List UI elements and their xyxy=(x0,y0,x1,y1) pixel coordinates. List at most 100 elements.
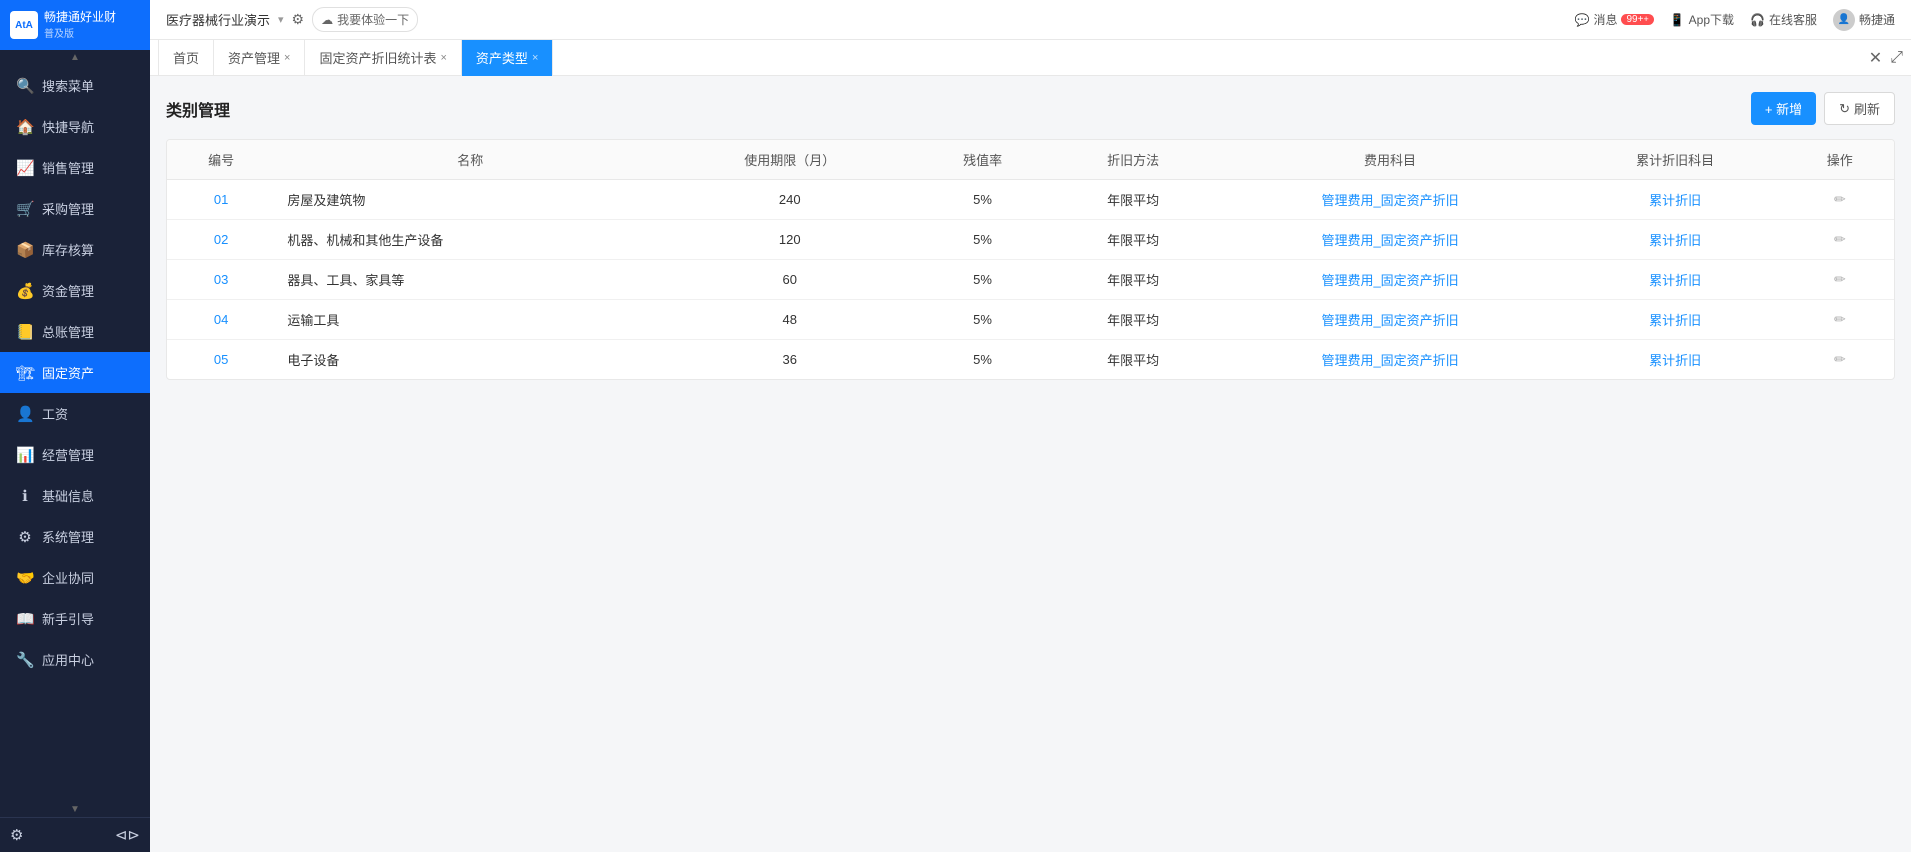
edit-icon[interactable]: ✏ xyxy=(1834,271,1846,287)
sidebar-item-enterprise[interactable]: 🤝 企业协同 xyxy=(0,557,150,598)
cell-code: 04 xyxy=(167,300,275,340)
sidebar-nav: ▲ 🔍 搜索菜单 🏠 快捷导航 📈 销售管理 🛒 采购管理 📦 库存核算 💰 资… xyxy=(0,50,150,802)
sidebar-item-search[interactable]: 🔍 搜索菜单 xyxy=(0,65,150,106)
message-button[interactable]: 💬 消息 99++ xyxy=(1575,11,1654,28)
cell-accumulated: 累计折旧 xyxy=(1565,300,1786,340)
table-row: 02 机器、机械和其他生产设备 120 5% 年限平均 管理费用_固定资产折旧 … xyxy=(167,220,1894,260)
cell-edit[interactable]: ✏ xyxy=(1786,260,1894,300)
sidebar: AtA 畅捷通好业财 普及版 ▲ 🔍 搜索菜单 🏠 快捷导航 📈 销售管理 🛒 … xyxy=(0,0,150,852)
inventory-icon: 📦 xyxy=(16,241,34,259)
cell-accumulated: 累计折旧 xyxy=(1565,340,1786,380)
cell-code: 03 xyxy=(167,260,275,300)
settings-bottom-icon[interactable]: ⚙ xyxy=(10,826,23,844)
sidebar-bottom: ⚙ ⊲⊳ xyxy=(0,817,150,852)
message-badge: 99++ xyxy=(1621,14,1653,25)
online-service-button[interactable]: 🎧 在线客服 xyxy=(1750,11,1817,28)
headset-icon: 🎧 xyxy=(1750,13,1765,27)
close-tab-icon[interactable]: ✕ xyxy=(1869,48,1882,68)
salary-icon: 👤 xyxy=(16,405,34,423)
sidebar-item-capital[interactable]: 💰 资金管理 xyxy=(0,270,150,311)
cell-name: 运输工具 xyxy=(275,300,665,340)
tab-close-asset-type[interactable]: × xyxy=(532,52,538,64)
cell-edit[interactable]: ✏ xyxy=(1786,220,1894,260)
tab-close-depreciation-table[interactable]: × xyxy=(440,52,446,64)
mobile-icon: 📱 xyxy=(1670,13,1685,27)
refresh-button[interactable]: ↻ 刷新 xyxy=(1824,92,1895,125)
search-icon: 🔍 xyxy=(16,77,34,95)
company-dropdown-icon[interactable]: ▾ xyxy=(278,13,284,26)
cell-edit[interactable]: ✏ xyxy=(1786,180,1894,220)
cell-months: 48 xyxy=(665,300,914,340)
cell-method: 年限平均 xyxy=(1051,260,1216,300)
sidebar-item-salary[interactable]: 👤 工资 xyxy=(0,393,150,434)
category-table-wrap: 编号 名称 使用期限（月） 残值率 折旧方法 费用科目 累计折旧科目 操作 01… xyxy=(166,139,1895,380)
cell-months: 60 xyxy=(665,260,914,300)
table-body: 01 房屋及建筑物 240 5% 年限平均 管理费用_固定资产折旧 累计折旧 ✏… xyxy=(167,180,1894,380)
cell-months: 36 xyxy=(665,340,914,380)
app-logo: AtA 畅捷通好业财 普及版 xyxy=(0,0,150,50)
edit-icon[interactable]: ✏ xyxy=(1834,231,1846,247)
app-download-button[interactable]: 📱 App下载 xyxy=(1670,11,1734,28)
col-name: 名称 xyxy=(275,140,665,180)
tabs-bar: 首页 资产管理 × 固定资产折旧统计表 × 资产类型 × ✕ ⤢ xyxy=(150,40,1911,76)
new-button[interactable]: + 新增 xyxy=(1751,92,1816,125)
main-area: 医疗器械行业演示 ▾ ⚙ ☁ 我要体验一下 💬 消息 99++ 📱 App下载 … xyxy=(150,0,1911,852)
cell-expense: 管理费用_固定资产折旧 xyxy=(1215,340,1564,380)
scroll-up-indicator: ▲ xyxy=(0,50,150,65)
sidebar-item-inventory[interactable]: 📦 库存核算 xyxy=(0,229,150,270)
edit-icon[interactable]: ✏ xyxy=(1834,311,1846,327)
tab-close-asset-mgmt[interactable]: × xyxy=(284,52,290,64)
topbar-settings-icon[interactable]: ⚙ xyxy=(292,11,305,28)
page-header: 类别管理 + 新增 ↻ 刷新 xyxy=(166,92,1895,125)
sidebar-item-sales[interactable]: 📈 销售管理 xyxy=(0,147,150,188)
company-name: 医疗器械行业演示 xyxy=(166,10,270,29)
operations-icon: 📊 xyxy=(16,446,34,464)
app-name: 畅捷通好业财 xyxy=(44,10,116,26)
cell-method: 年限平均 xyxy=(1051,180,1216,220)
cell-expense: 管理费用_固定资产折旧 xyxy=(1215,300,1564,340)
cell-code: 05 xyxy=(167,340,275,380)
cell-edit[interactable]: ✏ xyxy=(1786,340,1894,380)
sidebar-item-fixed-assets[interactable]: 🏗 固定资产 xyxy=(0,352,150,393)
cell-code: 01 xyxy=(167,180,275,220)
app-center-icon: 🔧 xyxy=(16,651,34,669)
sidebar-item-operations[interactable]: 📊 经营管理 xyxy=(0,434,150,475)
tab-home[interactable]: 首页 xyxy=(158,40,214,76)
sidebar-item-system[interactable]: ⚙ 系统管理 xyxy=(0,516,150,557)
cell-accumulated: 累计折旧 xyxy=(1565,180,1786,220)
collapse-icon[interactable]: ⊲⊳ xyxy=(115,826,140,844)
sidebar-item-basic-info[interactable]: ℹ 基础信息 xyxy=(0,475,150,516)
experience-button[interactable]: ☁ 我要体验一下 xyxy=(312,7,418,32)
edit-icon[interactable]: ✏ xyxy=(1834,191,1846,207)
page-title: 类别管理 xyxy=(166,97,230,121)
sidebar-item-app-center[interactable]: 🔧 应用中心 xyxy=(0,639,150,680)
system-icon: ⚙ xyxy=(16,528,34,546)
sidebar-item-purchase[interactable]: 🛒 采购管理 xyxy=(0,188,150,229)
cloud-icon: ☁ xyxy=(321,13,333,27)
avatar: 👤 xyxy=(1833,9,1855,31)
cell-edit[interactable]: ✏ xyxy=(1786,300,1894,340)
col-code: 编号 xyxy=(167,140,275,180)
content-area: 类别管理 + 新增 ↻ 刷新 编号 名称 使用期限（月） 残值率 折旧方法 xyxy=(150,76,1911,852)
expand-tab-icon[interactable]: ⤢ xyxy=(1890,49,1903,67)
col-accumulated: 累计折旧科目 xyxy=(1565,140,1786,180)
cell-name: 器具、工具、家具等 xyxy=(275,260,665,300)
tab-asset-mgmt[interactable]: 资产管理 × xyxy=(214,40,305,76)
edit-icon[interactable]: ✏ xyxy=(1834,351,1846,367)
tab-asset-type[interactable]: 资产类型 × xyxy=(462,40,553,76)
sidebar-item-guide[interactable]: 📖 新手引导 xyxy=(0,598,150,639)
capital-icon: 💰 xyxy=(16,282,34,300)
app-edition: 普及版 xyxy=(44,25,116,40)
cell-expense: 管理费用_固定资产折旧 xyxy=(1215,260,1564,300)
logo-icon: AtA xyxy=(10,11,38,39)
sidebar-item-quicknav[interactable]: 🏠 快捷导航 xyxy=(0,106,150,147)
tab-depreciation-table[interactable]: 固定资产折旧统计表 × xyxy=(305,40,461,76)
user-menu[interactable]: 👤 畅捷通 xyxy=(1833,9,1895,31)
refresh-icon: ↻ xyxy=(1839,101,1850,117)
cell-accumulated: 累计折旧 xyxy=(1565,220,1786,260)
sidebar-item-ledger[interactable]: 📒 总账管理 xyxy=(0,311,150,352)
home-icon: 🏠 xyxy=(16,118,34,136)
col-actions: 操作 xyxy=(1786,140,1894,180)
cell-residual: 5% xyxy=(914,220,1050,260)
col-months: 使用期限（月） xyxy=(665,140,914,180)
